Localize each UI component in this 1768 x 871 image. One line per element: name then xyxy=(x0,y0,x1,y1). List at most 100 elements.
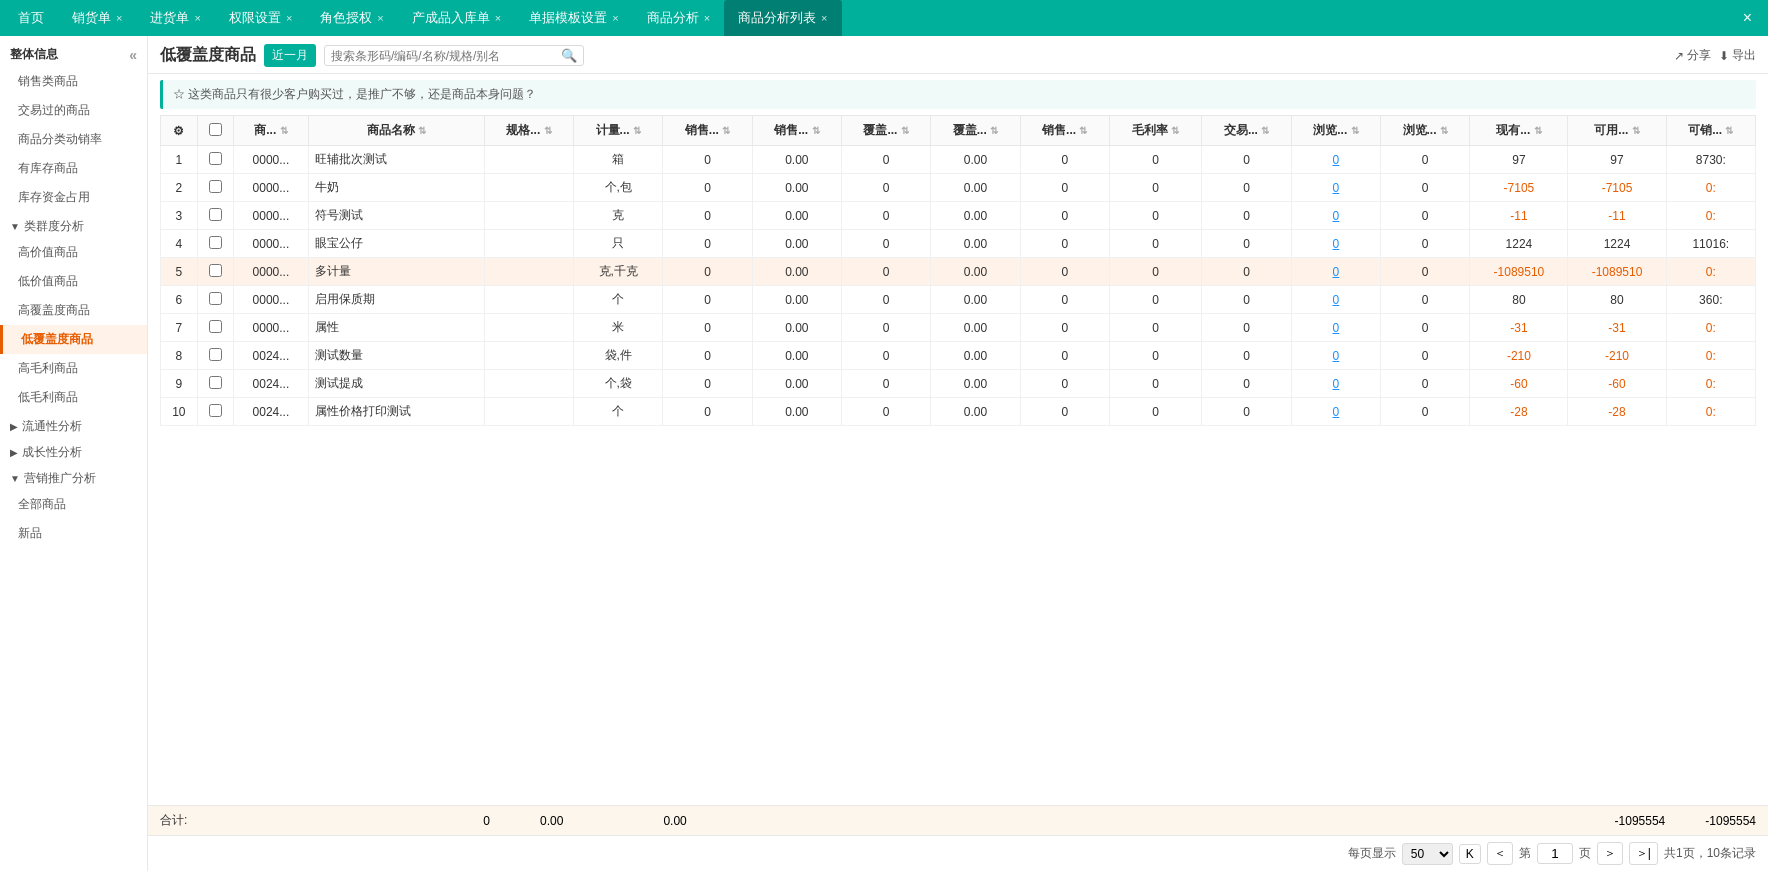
select-all-checkbox[interactable] xyxy=(209,123,222,136)
row-browse1[interactable]: 0 xyxy=(1291,314,1380,342)
close-icon[interactable]: × xyxy=(495,12,501,24)
nav-item-template[interactable]: 单据模板设置 × xyxy=(515,0,632,36)
row-browse1[interactable]: 0 xyxy=(1291,146,1380,174)
row-checkbox[interactable] xyxy=(197,202,233,230)
row-checkbox[interactable] xyxy=(197,342,233,370)
col-gross-rate[interactable]: 毛利率 ⇅ xyxy=(1109,116,1202,146)
nav-item-product-analysis[interactable]: 商品分析 × xyxy=(633,0,724,36)
search-input[interactable] xyxy=(331,49,561,63)
sidebar-item-stocked-goods[interactable]: 有库存商品 xyxy=(0,154,147,183)
col-name[interactable]: 商品名称 ⇅ xyxy=(308,116,484,146)
col-sales2[interactable]: 销售... ⇅ xyxy=(1020,116,1109,146)
first-page-btn[interactable]: K xyxy=(1459,844,1481,864)
last-page-btn[interactable]: ＞| xyxy=(1629,842,1658,865)
nav-item-product-analysis-list[interactable]: 商品分析列表 × xyxy=(724,0,841,36)
nav-item-purchase[interactable]: 进货单 × xyxy=(136,0,214,36)
time-filter-button[interactable]: 近一月 xyxy=(264,44,316,67)
total-available: -1095554 xyxy=(1705,814,1756,828)
next-page-btn[interactable]: ＞ xyxy=(1597,842,1623,865)
row-checkbox[interactable] xyxy=(197,286,233,314)
nav-close-all[interactable]: × xyxy=(1731,9,1764,27)
row-sales2: 0 xyxy=(1020,258,1109,286)
close-icon[interactable]: × xyxy=(286,12,292,24)
sidebar-group-marketing[interactable]: ▼ 营销推广分析 xyxy=(0,464,147,490)
row-browse1[interactable]: 0 xyxy=(1291,286,1380,314)
close-icon[interactable]: × xyxy=(377,12,383,24)
sidebar-item-high-coverage[interactable]: 高覆盖度商品 xyxy=(0,296,147,325)
sidebar-item-low-value[interactable]: 低价值商品 xyxy=(0,267,147,296)
row-code: 0024... xyxy=(233,342,308,370)
row-trade: 0 xyxy=(1202,230,1291,258)
row-browse1[interactable]: 0 xyxy=(1291,202,1380,230)
col-saleable[interactable]: 可销... ⇅ xyxy=(1666,116,1755,146)
close-icon[interactable]: × xyxy=(704,12,710,24)
close-icon[interactable]: × xyxy=(612,12,618,24)
close-icon[interactable]: × xyxy=(194,12,200,24)
nav-item-home[interactable]: 首页 xyxy=(4,0,58,36)
row-checkbox[interactable] xyxy=(197,258,233,286)
share-button[interactable]: ↗ 分享 xyxy=(1674,47,1711,64)
col-cover2[interactable]: 覆盖... ⇅ xyxy=(931,116,1020,146)
col-available[interactable]: 可用... ⇅ xyxy=(1568,116,1666,146)
col-code[interactable]: 商... ⇅ xyxy=(233,116,308,146)
row-checkbox[interactable] xyxy=(197,230,233,258)
sidebar-item-category-rate[interactable]: 商品分类动销率 xyxy=(0,125,147,154)
sidebar-item-high-value[interactable]: 高价值商品 xyxy=(0,238,147,267)
per-page-select[interactable]: 50 100 200 xyxy=(1402,843,1453,865)
nav-item-permissions[interactable]: 权限设置 × xyxy=(215,0,306,36)
row-available: -31 xyxy=(1568,314,1666,342)
col-spec[interactable]: 规格... ⇅ xyxy=(484,116,573,146)
page-number-input[interactable] xyxy=(1537,843,1573,864)
row-checkbox[interactable] xyxy=(197,314,233,342)
sidebar-item-new-goods[interactable]: 新品 xyxy=(0,519,147,548)
nav-item-roles[interactable]: 角色授权 × xyxy=(306,0,397,36)
sidebar-item-low-coverage[interactable]: 低覆盖度商品 xyxy=(0,325,147,354)
col-unit[interactable]: 计量... ⇅ xyxy=(574,116,663,146)
row-browse1[interactable]: 0 xyxy=(1291,174,1380,202)
row-browse1[interactable]: 0 xyxy=(1291,258,1380,286)
close-icon[interactable]: × xyxy=(116,12,122,24)
total-values: 0 0.00 0.00 -1095554 -1095554 xyxy=(203,814,1756,828)
row-spec xyxy=(484,230,573,258)
col-browse2[interactable]: 浏览... ⇅ xyxy=(1381,116,1470,146)
row-checkbox[interactable] xyxy=(197,370,233,398)
col-settings[interactable]: ⚙ xyxy=(161,116,198,146)
row-checkbox[interactable] xyxy=(197,174,233,202)
row-browse1[interactable]: 0 xyxy=(1291,230,1380,258)
sidebar-group-cluster[interactable]: ▼ 类群度分析 xyxy=(0,212,147,238)
export-button[interactable]: ⬇ 导出 xyxy=(1719,47,1756,64)
row-unit: 袋,件 xyxy=(574,342,663,370)
row-checkbox[interactable] xyxy=(197,146,233,174)
row-browse1[interactable]: 0 xyxy=(1291,370,1380,398)
row-browse1[interactable]: 0 xyxy=(1291,342,1380,370)
prev-page-btn[interactable]: ＜ xyxy=(1487,842,1513,865)
row-available: -1089510 xyxy=(1568,258,1666,286)
data-table: ⚙ 商... ⇅ 商品名称 ⇅ 规格... ⇅ 计量... ⇅ 销售... ⇅ … xyxy=(160,115,1756,426)
col-sales-count[interactable]: 销售... ⇅ xyxy=(663,116,752,146)
sidebar-group-growth[interactable]: ▶ 成长性分析 xyxy=(0,438,147,464)
sidebar-collapse-btn[interactable]: « xyxy=(129,47,137,63)
col-check[interactable] xyxy=(197,116,233,146)
nav-item-product-in[interactable]: 产成品入库单 × xyxy=(398,0,515,36)
col-sales-amt[interactable]: 销售... ⇅ xyxy=(752,116,841,146)
sidebar-item-low-margin[interactable]: 低毛利商品 xyxy=(0,383,147,412)
sidebar-item-all-goods[interactable]: 全部商品 xyxy=(0,490,147,519)
col-current[interactable]: 现有... ⇅ xyxy=(1470,116,1568,146)
sidebar-item-high-margin[interactable]: 高毛利商品 xyxy=(0,354,147,383)
row-spec xyxy=(484,370,573,398)
col-trade[interactable]: 交易... ⇅ xyxy=(1202,116,1291,146)
close-icon[interactable]: × xyxy=(821,12,827,24)
row-checkbox[interactable] xyxy=(197,398,233,426)
row-browse1[interactable]: 0 xyxy=(1291,398,1380,426)
row-trade: 0 xyxy=(1202,202,1291,230)
row-no: 8 xyxy=(161,342,198,370)
sidebar-item-sales-goods[interactable]: 销售类商品 xyxy=(0,67,147,96)
row-sales-amt: 0.00 xyxy=(752,314,841,342)
col-browse1[interactable]: 浏览... ⇅ xyxy=(1291,116,1380,146)
col-cover1[interactable]: 覆盖... ⇅ xyxy=(841,116,930,146)
sidebar-group-circulation[interactable]: ▶ 流通性分析 xyxy=(0,412,147,438)
nav-item-sales[interactable]: 销货单 × xyxy=(58,0,136,36)
sidebar-item-stock-capital[interactable]: 库存资金占用 xyxy=(0,183,147,212)
row-sales2: 0 xyxy=(1020,202,1109,230)
sidebar-item-traded-goods[interactable]: 交易过的商品 xyxy=(0,96,147,125)
